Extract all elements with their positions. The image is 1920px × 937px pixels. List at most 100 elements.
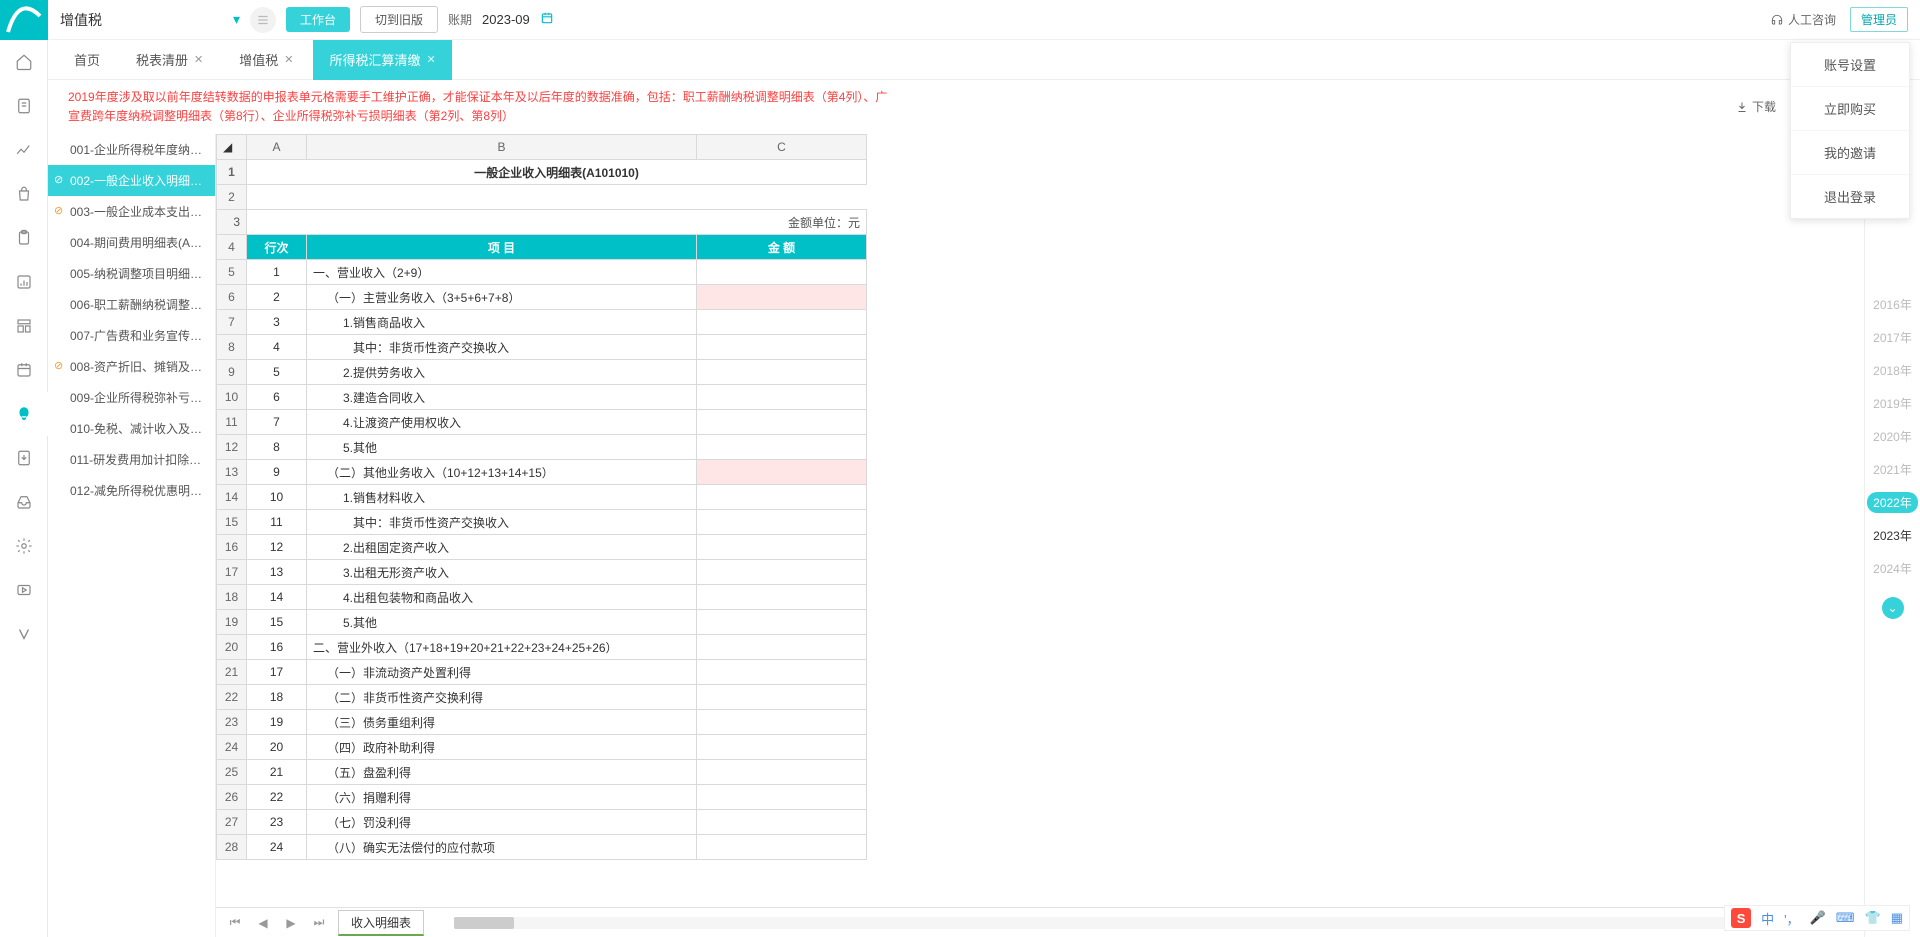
item-cell[interactable]: （四）政府补助利得 [307,735,697,760]
form-list-item[interactable]: 004-期间费用明细表(A1040... [48,227,215,258]
ime-lang[interactable]: 中 [1761,909,1774,928]
row-head[interactable]: 23 [217,710,247,735]
close-icon[interactable]: ✕ [194,53,203,66]
period-value[interactable]: 2023-09 [482,12,530,27]
hscroll-track[interactable] [454,917,1854,929]
row-head[interactable]: 13 [217,460,247,485]
amount-cell[interactable] [697,635,867,660]
line-cell[interactable]: 13 [247,560,307,585]
user-menu-item[interactable]: 我的邀请 [1791,131,1909,175]
row-head[interactable]: 17 [217,560,247,585]
item-cell[interactable]: 2.提供劳务收入 [307,360,697,385]
form-list-item[interactable]: 006-职工薪酬纳税调整明细... [48,289,215,320]
ime-keyboard-icon[interactable]: ⌨ [1836,910,1855,926]
item-cell[interactable]: 其中：非货币性资产交换收入 [307,510,697,535]
item-cell[interactable]: 一、营业收入（2+9） [307,260,697,285]
calendar-icon[interactable] [540,11,554,28]
row-head[interactable]: 12 [217,435,247,460]
amount-cell[interactable] [697,560,867,585]
year-pill[interactable]: 2020年 [1867,426,1918,447]
year-pill[interactable]: 2023年 [1867,525,1918,546]
item-cell[interactable]: 5.其他 [307,435,697,460]
sheet-nav-first[interactable]: ⏮ [226,914,244,932]
workbench-button[interactable]: 工作台 [286,7,350,32]
ime-punct-icon[interactable]: '， [1784,909,1799,928]
ime-grid-icon[interactable]: ▦ [1891,910,1903,926]
amount-cell[interactable] [697,285,867,310]
row-head[interactable]: 11 [217,410,247,435]
row-head[interactable]: 20 [217,635,247,660]
row-head[interactable]: 25 [217,760,247,785]
row-head[interactable]: 5 [217,260,247,285]
line-cell[interactable]: 4 [247,335,307,360]
amount-cell[interactable] [697,385,867,410]
line-cell[interactable]: 5 [247,360,307,385]
row-head[interactable]: 10 [217,385,247,410]
form-list-item[interactable]: ⊘002-一般企业收入明细表(A1... [48,165,215,196]
row-head[interactable]: 16 [217,535,247,560]
context-dropdown[interactable]: 增值税 ▾ [60,10,240,30]
nav-clipboard-icon[interactable] [0,216,48,260]
row-head[interactable]: 18 [217,585,247,610]
amount-cell[interactable] [697,660,867,685]
item-cell[interactable]: （一）非流动资产处置利得 [307,660,697,685]
nav-chart-icon[interactable] [0,128,48,172]
row-head[interactable]: 26 [217,785,247,810]
item-cell[interactable]: 4.让渡资产使用权收入 [307,410,697,435]
hscroll-thumb[interactable] [454,917,514,929]
nav-export-icon[interactable] [0,436,48,480]
row-head[interactable]: 2 [217,185,247,210]
ime-mic-icon[interactable]: 🎤 [1810,910,1826,926]
form-list-item[interactable]: 005-纳税调整项目明细表(A1... [48,258,215,289]
nav-settings-icon[interactable] [0,524,48,568]
item-cell[interactable]: （二）非货币性资产交换利得 [307,685,697,710]
form-list-item[interactable]: ⊘003-一般企业成本支出明细... [48,196,215,227]
tab[interactable]: 首页 [58,40,116,80]
item-cell[interactable]: 4.出租包装物和商品收入 [307,585,697,610]
line-cell[interactable]: 11 [247,510,307,535]
app-logo[interactable] [0,0,48,40]
amount-cell[interactable] [697,335,867,360]
line-cell[interactable]: 7 [247,410,307,435]
year-pill[interactable]: 2018年 [1867,360,1918,381]
nav-calendar-icon[interactable] [0,348,48,392]
nav-video-icon[interactable] [0,568,48,612]
tab[interactable]: 所得税汇算清缴✕ [313,40,451,80]
line-cell[interactable]: 8 [247,435,307,460]
line-cell[interactable]: 10 [247,485,307,510]
row-head[interactable]: 3 [217,210,247,235]
form-list-item[interactable]: 011-研发费用加计扣除优惠... [48,444,215,475]
nav-inbox-icon[interactable] [0,480,48,524]
amount-cell[interactable] [697,510,867,535]
item-cell[interactable]: 3.建造合同收入 [307,385,697,410]
sheet-scroll[interactable]: ◢ A B C 1一般企业收入明细表(A101010) 2 3金额单位：元 4 … [216,134,1864,907]
tab[interactable]: 增值税✕ [223,40,309,80]
item-cell[interactable]: 1.销售商品收入 [307,310,697,335]
year-pill[interactable]: 2021年 [1867,459,1918,480]
item-cell[interactable]: （七）罚没利得 [307,810,697,835]
user-menu-item[interactable]: 退出登录 [1791,175,1909,218]
line-cell[interactable]: 3 [247,310,307,335]
amount-cell[interactable] [697,810,867,835]
row-head[interactable]: 1 [217,160,247,185]
form-list-item[interactable]: ⊘008-资产折旧、摊销及纳税... [48,351,215,382]
ime-skin-icon[interactable]: 👕 [1865,910,1881,926]
nav-report-icon[interactable] [0,260,48,304]
row-head[interactable]: 22 [217,685,247,710]
line-cell[interactable]: 9 [247,460,307,485]
switch-old-button[interactable]: 切到旧版 [360,6,438,33]
row-head[interactable]: 14 [217,485,247,510]
line-cell[interactable]: 19 [247,710,307,735]
corner-cell[interactable]: ◢ [217,135,247,160]
item-cell[interactable]: （六）捐赠利得 [307,785,697,810]
col-head-a[interactable]: A [247,135,307,160]
form-list-item[interactable]: 012-减免所得税优惠明细表(... [48,475,215,506]
line-cell[interactable]: 1 [247,260,307,285]
line-cell[interactable]: 15 [247,610,307,635]
amount-cell[interactable] [697,685,867,710]
amount-cell[interactable] [697,760,867,785]
row-head[interactable]: 24 [217,735,247,760]
year-pill[interactable]: 2024年 [1867,558,1918,579]
amount-cell[interactable] [697,535,867,560]
col-head-c[interactable]: C [697,135,867,160]
